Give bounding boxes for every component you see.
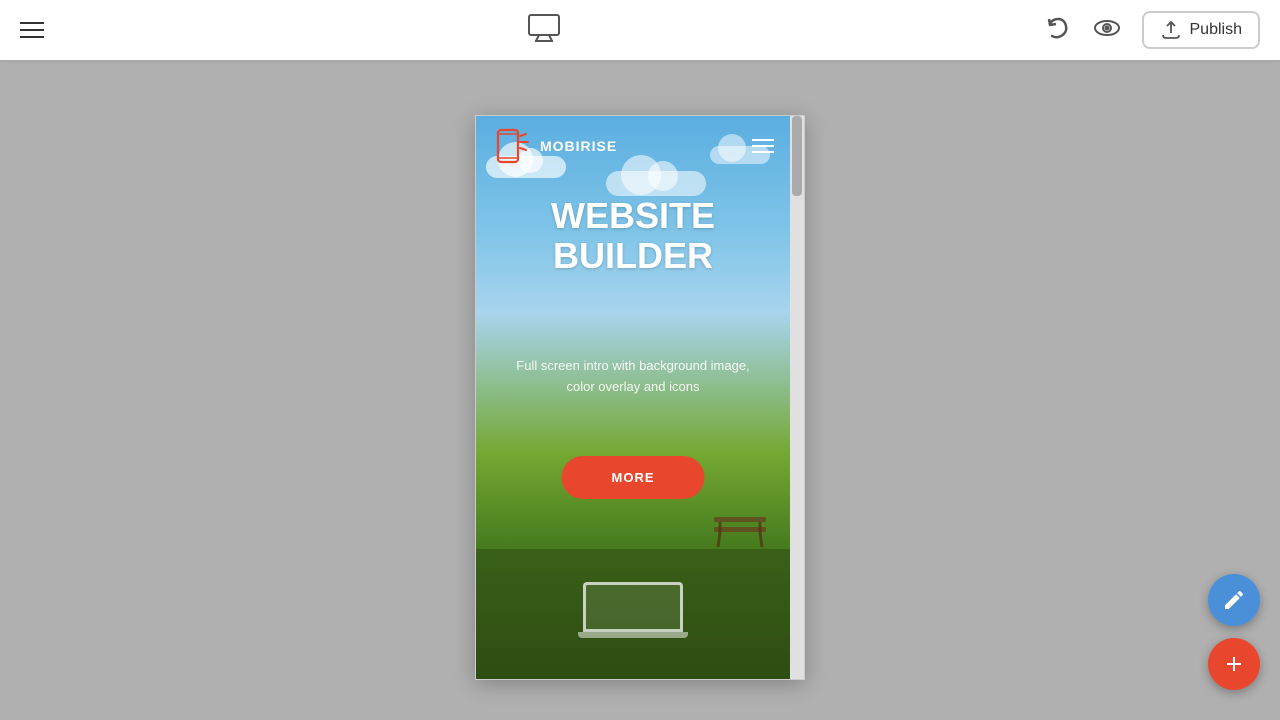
undo-button[interactable] [1044, 14, 1072, 47]
add-fab-button[interactable] [1208, 638, 1260, 690]
publish-button[interactable]: Publish [1142, 11, 1260, 49]
preview-more-button[interactable]: MORE [562, 456, 705, 499]
laptop-shape [583, 582, 683, 647]
logo-text: MOBIRISE [540, 138, 617, 154]
hero-title-line2: BUILDER [496, 236, 770, 276]
preview-inner: MOBIRISE WEBSITE BUILDER Full screen int… [476, 116, 790, 679]
phone-preview: MOBIRISE WEBSITE BUILDER Full screen int… [475, 115, 805, 680]
scrollbar-thumb [792, 116, 802, 196]
preview-mode-button[interactable] [526, 10, 562, 51]
hero-title-line1: WEBSITE [496, 196, 770, 236]
laptop-screen [583, 582, 683, 632]
preview-scrollbar[interactable] [790, 116, 804, 679]
preview-logo: MOBIRISE [492, 126, 617, 166]
preview-hero-subtitle: Full screen intro with background image,… [476, 356, 790, 398]
edit-fab-button[interactable] [1208, 574, 1260, 626]
toolbar: Publish [0, 0, 1280, 60]
eye-button[interactable] [1092, 13, 1122, 48]
logo-icon [492, 126, 532, 166]
preview-nav: MOBIRISE [476, 116, 790, 176]
preview-laptop-section [476, 549, 790, 679]
canvas: MOBIRISE WEBSITE BUILDER Full screen int… [0, 60, 1280, 720]
publish-label: Publish [1190, 21, 1242, 39]
preview-hero-title: WEBSITE BUILDER [476, 196, 790, 275]
laptop-base [578, 632, 688, 638]
fab-container [1208, 574, 1260, 690]
menu-button[interactable] [20, 22, 44, 38]
preview-hamburger[interactable] [752, 139, 774, 153]
bench-silhouette [710, 509, 770, 549]
